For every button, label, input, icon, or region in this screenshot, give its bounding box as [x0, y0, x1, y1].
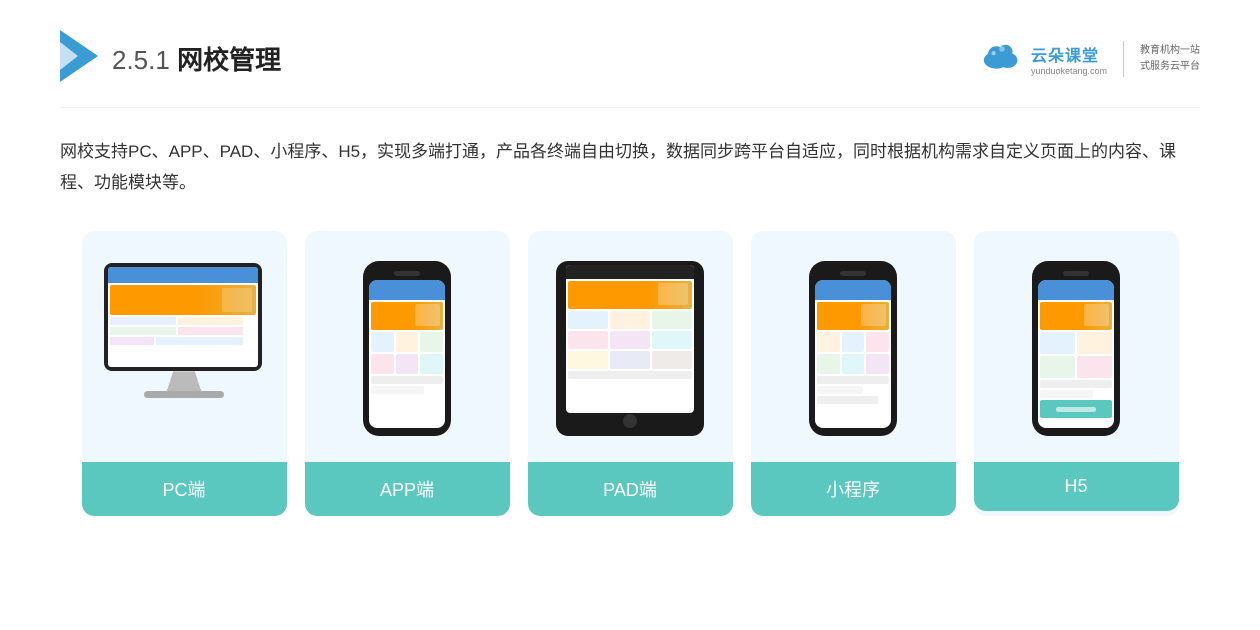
header: 2.5.1 网校管理 云朵课堂 [60, 30, 1200, 108]
card-miniapp: 小程序 [751, 231, 956, 516]
cards-container: PC端 [60, 231, 1200, 516]
brand-slogan: 教育机构一站 式服务云平台 [1140, 43, 1200, 75]
brand-cloud-icon [981, 39, 1023, 78]
brand-logo: 云朵课堂 yunduoketang.com 教育机构一站 式服务云平台 [981, 39, 1200, 78]
card-h5-image [990, 251, 1163, 446]
page-container: 2.5.1 网校管理 云朵课堂 [0, 0, 1260, 630]
card-pc-image [98, 251, 271, 446]
header-left: 2.5.1 网校管理 [60, 30, 281, 87]
card-pc-label: PC端 [82, 462, 287, 516]
card-miniapp-label: 小程序 [751, 462, 956, 516]
brand-text: 云朵课堂 yunduoketang.com [1031, 42, 1107, 76]
card-pad: PAD端 [528, 231, 733, 516]
description-text: 网校支持PC、APP、PAD、小程序、H5，实现多端打通，产品各终端自由切换，数… [60, 136, 1200, 199]
card-app: APP端 [305, 231, 510, 516]
card-app-label: APP端 [305, 462, 510, 516]
brand-divider [1123, 41, 1124, 77]
card-h5: H5 [974, 231, 1179, 516]
card-app-image [321, 251, 494, 446]
logo-icon [60, 30, 98, 87]
card-pc: PC端 [82, 231, 287, 516]
page-title: 2.5.1 网校管理 [112, 40, 281, 77]
card-pad-label: PAD端 [528, 462, 733, 516]
card-miniapp-image [767, 251, 940, 446]
card-pad-image [544, 251, 717, 446]
card-h5-label: H5 [974, 462, 1179, 511]
